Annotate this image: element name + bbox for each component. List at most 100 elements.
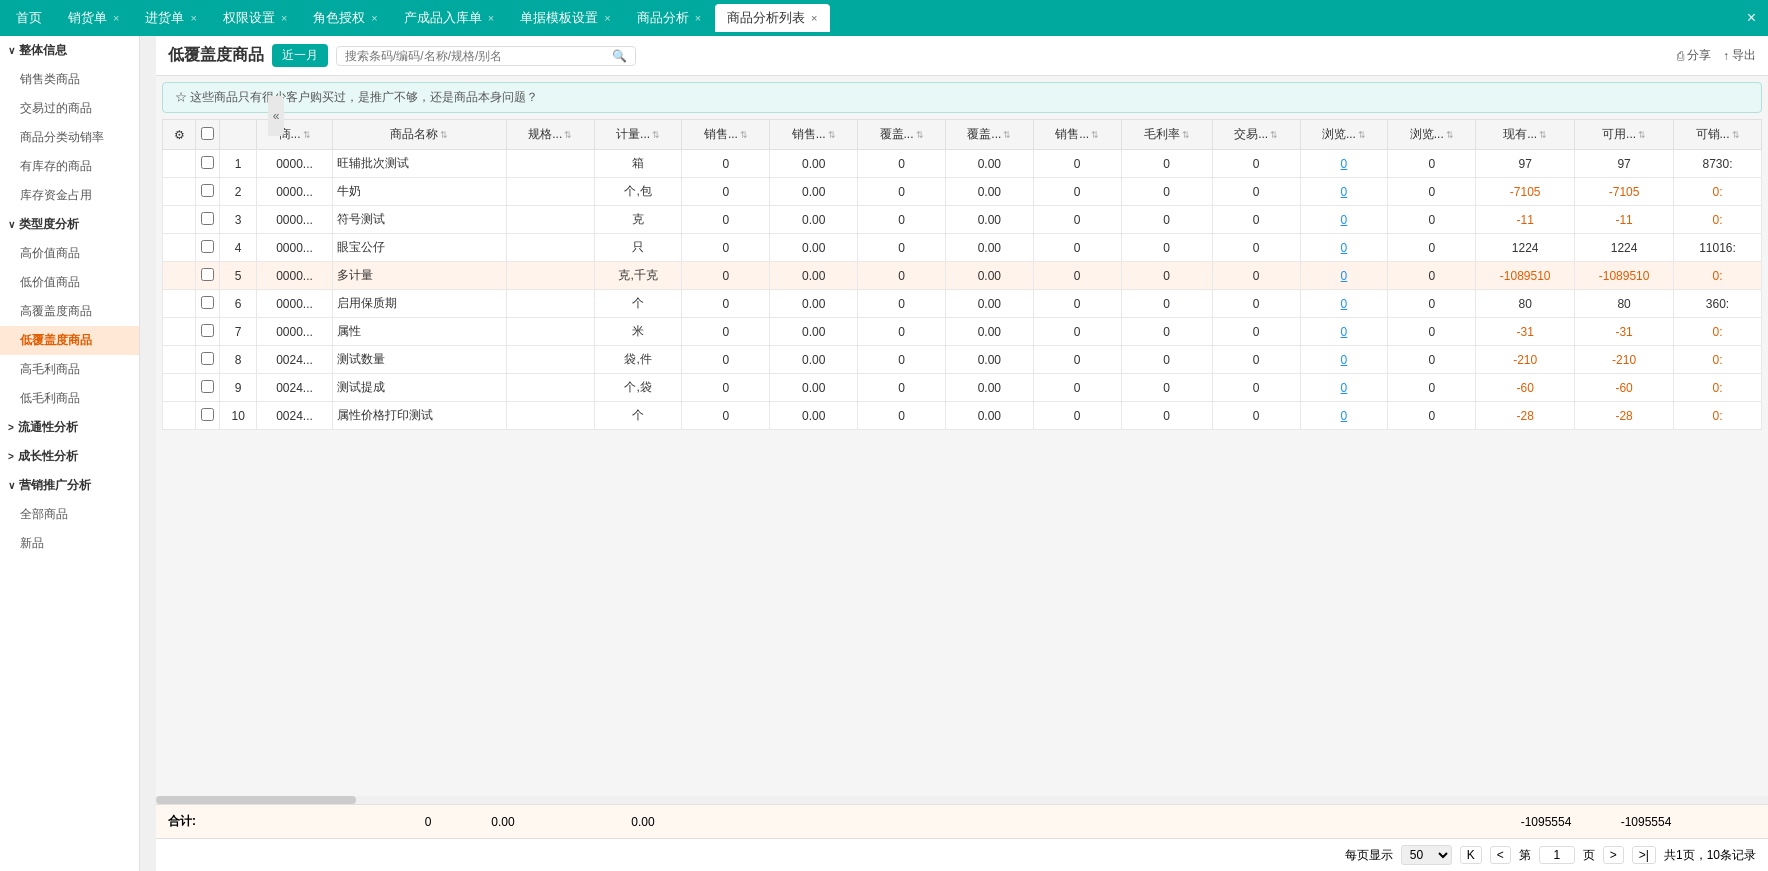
row-checkbox[interactable]: [196, 178, 220, 206]
sidebar-item-low-coverage[interactable]: 低覆盖度商品: [0, 326, 139, 355]
table-container[interactable]: ⚙ 商...⇅ 商品名称⇅ 规格...⇅ 计量...⇅ 销售...⇅ 销售...…: [156, 119, 1768, 796]
row-checkbox[interactable]: [196, 346, 220, 374]
row-browse-a[interactable]: 0: [1300, 178, 1388, 206]
col-sellable[interactable]: 可销...⇅: [1674, 120, 1762, 150]
scrollbar-thumb[interactable]: [156, 796, 356, 804]
sidebar-section-quality[interactable]: ∨ 类型度分析: [0, 210, 139, 239]
row-available: -7105: [1575, 178, 1674, 206]
sidebar-item-high-value[interactable]: 高价值商品: [0, 239, 139, 268]
sidebar-item-high-coverage[interactable]: 高覆盖度商品: [0, 297, 139, 326]
last-page-btn[interactable]: >|: [1632, 846, 1656, 864]
row-checkbox[interactable]: [196, 402, 220, 430]
filter-btn[interactable]: 近一月: [272, 44, 328, 67]
sidebar-item-high-profit[interactable]: 高毛利商品: [0, 355, 139, 384]
row-browse-a[interactable]: 0: [1300, 346, 1388, 374]
select-all-checkbox[interactable]: [201, 127, 214, 140]
row-sales-c: 0: [1033, 206, 1121, 234]
tab-analysis-close[interactable]: ×: [695, 12, 701, 24]
row-checkbox[interactable]: [196, 374, 220, 402]
tab-home[interactable]: 首页: [4, 4, 54, 32]
tab-permissions[interactable]: 权限设置 ×: [211, 4, 299, 32]
tab-analysis-list[interactable]: 商品分析列表 ×: [715, 4, 829, 32]
row-gross-rate: 0: [1121, 150, 1212, 178]
row-checkbox[interactable]: [196, 150, 220, 178]
tab-product-entry-close[interactable]: ×: [488, 12, 494, 24]
row-coverage-b: 0.00: [945, 318, 1033, 346]
sidebar-item-inventory-goods[interactable]: 有库存的商品: [0, 152, 139, 181]
sidebar-section-marketing[interactable]: ∨ 营销推广分析: [0, 471, 139, 500]
row-browse-a[interactable]: 0: [1300, 206, 1388, 234]
tab-analysis[interactable]: 商品分析 ×: [625, 4, 713, 32]
col-checkbox[interactable]: [196, 120, 220, 150]
row-browse-a[interactable]: 0: [1300, 234, 1388, 262]
tab-permissions-close[interactable]: ×: [281, 12, 287, 24]
row-checkbox[interactable]: [196, 318, 220, 346]
prev-page-btn[interactable]: <: [1490, 846, 1511, 864]
first-page-btn[interactable]: K: [1460, 846, 1482, 864]
tab-template-close[interactable]: ×: [604, 12, 610, 24]
tab-role-close[interactable]: ×: [371, 12, 377, 24]
search-input[interactable]: [345, 49, 612, 63]
row-checkbox[interactable]: [196, 234, 220, 262]
sidebar-item-sales-rate[interactable]: 商品分类动销率: [0, 123, 139, 152]
sidebar-collapse-btn[interactable]: «: [268, 96, 284, 136]
col-available[interactable]: 可用...⇅: [1575, 120, 1674, 150]
row-checkbox[interactable]: [196, 206, 220, 234]
row-coverage-a: 0: [858, 318, 946, 346]
sidebar-item-new-goods[interactable]: 新品: [0, 529, 139, 558]
sidebar-item-traded-goods[interactable]: 交易过的商品: [0, 94, 139, 123]
col-current[interactable]: 现有...⇅: [1476, 120, 1575, 150]
col-name[interactable]: 商品名称⇅: [332, 120, 506, 150]
row-current: 1224: [1476, 234, 1575, 262]
col-unit[interactable]: 计量...⇅: [594, 120, 682, 150]
tab-purchase[interactable]: 进货单 ×: [133, 4, 208, 32]
tab-analysis-list-close[interactable]: ×: [811, 12, 817, 24]
settings-icon[interactable]: ⚙: [174, 128, 185, 142]
tab-product-entry[interactable]: 产成品入库单 ×: [392, 4, 506, 32]
col-coverage-b[interactable]: 覆盖...⇅: [945, 120, 1033, 150]
share-btn[interactable]: ⎙ 分享: [1677, 47, 1711, 64]
col-sales-qty[interactable]: 销售...⇅: [682, 120, 770, 150]
sidebar-item-inventory-fund[interactable]: 库存资金占用: [0, 181, 139, 210]
sidebar-item-all-goods[interactable]: 全部商品: [0, 500, 139, 529]
row-browse-a[interactable]: 0: [1300, 262, 1388, 290]
sidebar-item-low-profit[interactable]: 低毛利商品: [0, 384, 139, 413]
horizontal-scrollbar[interactable]: [156, 796, 1768, 804]
per-page-select[interactable]: 20 50 100: [1401, 845, 1452, 865]
page-input[interactable]: [1539, 846, 1575, 864]
export-btn[interactable]: ↑ 导出: [1723, 47, 1756, 64]
col-gross-rate[interactable]: 毛利率⇅: [1121, 120, 1212, 150]
next-page-btn[interactable]: >: [1603, 846, 1624, 864]
sidebar-item-sales-goods[interactable]: 销售类商品: [0, 65, 139, 94]
col-browse-a[interactable]: 浏览...⇅: [1300, 120, 1388, 150]
row-code: 0000...: [257, 150, 333, 178]
window-close-btn[interactable]: ×: [1739, 9, 1764, 27]
row-browse-a[interactable]: 0: [1300, 150, 1388, 178]
row-spec: [506, 374, 594, 402]
col-spec[interactable]: 规格...⇅: [506, 120, 594, 150]
col-num: [220, 120, 257, 150]
tab-purchase-close[interactable]: ×: [190, 12, 196, 24]
col-sales-c[interactable]: 销售...⇅: [1033, 120, 1121, 150]
col-settings[interactable]: ⚙: [163, 120, 196, 150]
sidebar-section-liquidity[interactable]: > 流通性分析: [0, 413, 139, 442]
row-browse-a[interactable]: 0: [1300, 318, 1388, 346]
row-browse-a[interactable]: 0: [1300, 374, 1388, 402]
tab-role[interactable]: 角色授权 ×: [301, 4, 389, 32]
tab-template[interactable]: 单据模板设置 ×: [508, 4, 622, 32]
row-browse-a[interactable]: 0: [1300, 290, 1388, 318]
sidebar-item-low-value[interactable]: 低价值商品: [0, 268, 139, 297]
row-checkbox[interactable]: [196, 262, 220, 290]
row-browse-a[interactable]: 0: [1300, 402, 1388, 430]
col-sales-amt[interactable]: 销售...⇅: [770, 120, 858, 150]
row-sales-c: 0: [1033, 402, 1121, 430]
col-coverage-a[interactable]: 覆盖...⇅: [858, 120, 946, 150]
row-coverage-a: 0: [858, 206, 946, 234]
sidebar-section-overall[interactable]: ∨ 整体信息: [0, 36, 139, 65]
col-trade[interactable]: 交易...⇅: [1212, 120, 1300, 150]
tab-sales[interactable]: 销货单 ×: [56, 4, 131, 32]
sidebar-section-growth[interactable]: > 成长性分析: [0, 442, 139, 471]
tab-sales-close[interactable]: ×: [113, 12, 119, 24]
col-browse-b[interactable]: 浏览...⇅: [1388, 120, 1476, 150]
row-checkbox[interactable]: [196, 290, 220, 318]
